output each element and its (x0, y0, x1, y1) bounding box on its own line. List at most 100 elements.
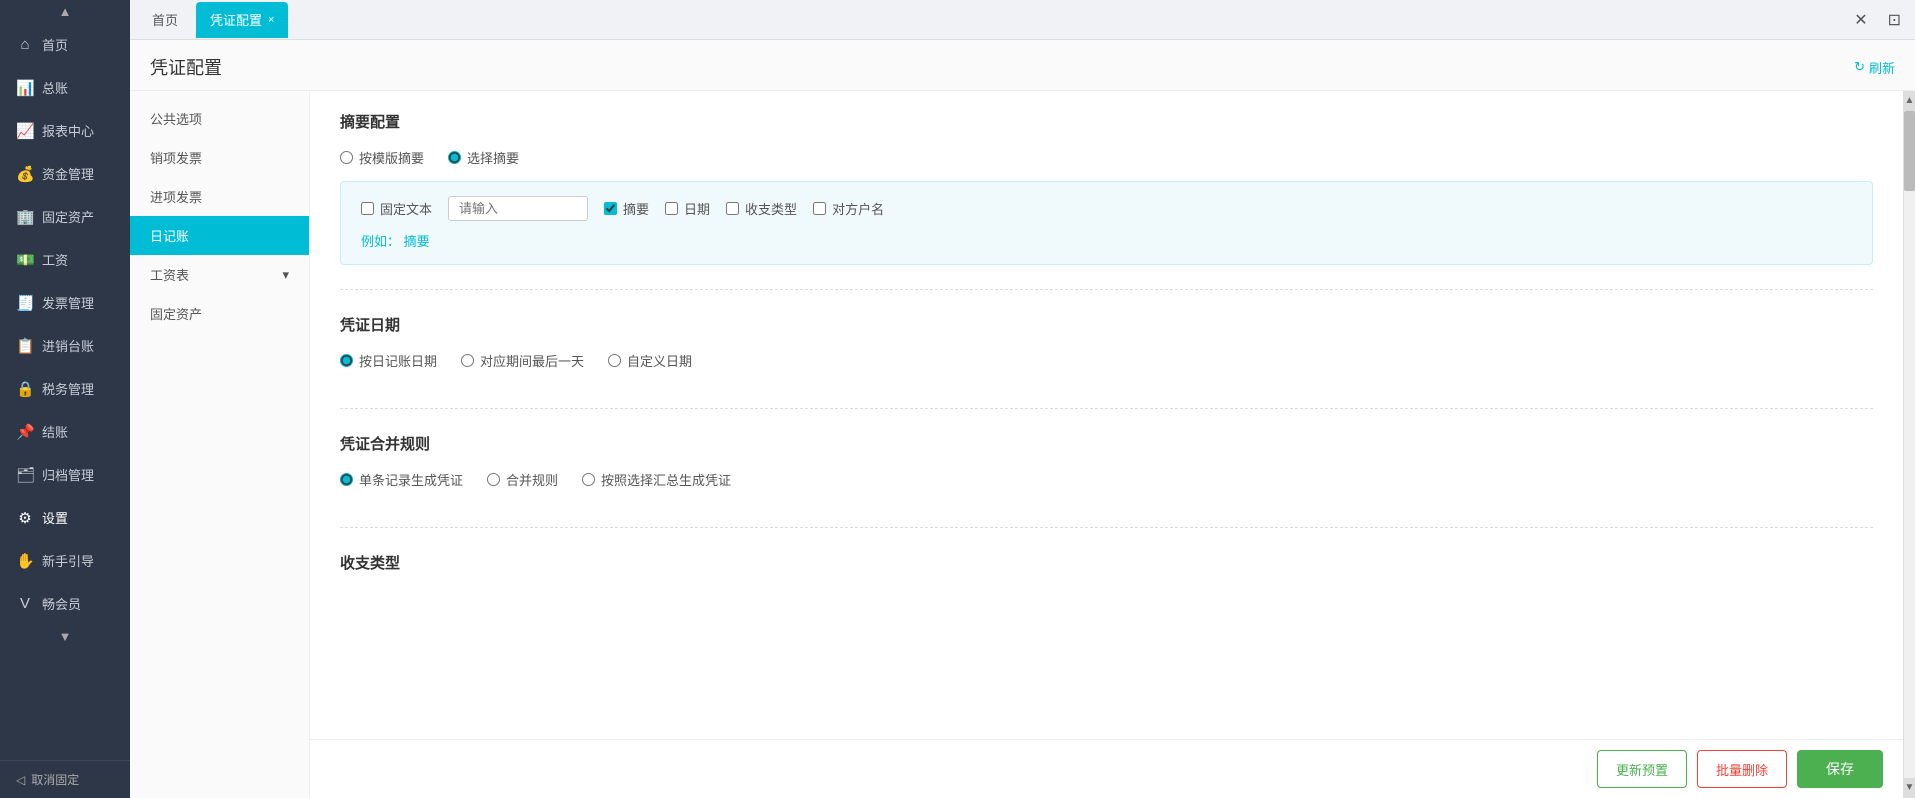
save-button[interactable]: 保存 (1797, 750, 1883, 788)
pin-icon: ◁ (16, 773, 25, 787)
radio-aggregate-label[interactable]: 按照选择汇总生成凭证 (582, 470, 731, 489)
radio-merge-rule[interactable] (487, 473, 500, 486)
radio-select-label[interactable]: 选择摘要 (448, 148, 519, 167)
summary-options-row: 固定文本 摘要 日期 (361, 196, 1852, 221)
voucher-date-section: 凭证日期 按日记账日期 对应期间最后一天 (340, 314, 1873, 409)
scroll-thumb[interactable] (1904, 111, 1915, 191)
merge-rules-title: 凭证合并规则 (340, 433, 1873, 454)
nav-item-sales-invoice[interactable]: 销项发票 (130, 138, 309, 177)
voucher-date-radio-group: 按日记账日期 对应期间最后一天 自定义日期 (340, 351, 1873, 370)
ledger-icon: 📊 (16, 79, 34, 97)
radio-journal-date-label[interactable]: 按日记账日期 (340, 351, 437, 370)
page-header: 凭证配置 ↻ 刷新 (130, 40, 1915, 91)
archive-icon: 🗂 (16, 466, 34, 484)
radio-merge-rule-label[interactable]: 合并规则 (487, 470, 558, 489)
tab-bar: 首页 凭证配置 × ✕ ⊡ (130, 0, 1915, 40)
trade-icon: 📋 (16, 337, 34, 355)
nav-item-journal[interactable]: 日记账 (130, 216, 309, 255)
checkbox-summary-label[interactable]: 摘要 (604, 199, 649, 218)
checkbox-counterpart-label[interactable]: 对方户名 (813, 199, 884, 218)
batch-delete-button[interactable]: 批量删除 (1697, 750, 1787, 788)
nav-item-purchase-invoice[interactable]: 进项发票 (130, 177, 309, 216)
sidebar-item-reports[interactable]: 📈 报表中心 (0, 109, 130, 152)
radio-template-label[interactable]: 按模版摘要 (340, 148, 424, 167)
checkbox-income-type[interactable] (726, 202, 739, 215)
right-content: 摘要配置 按模版摘要 选择摘要 (310, 91, 1903, 739)
radio-custom-date-label[interactable]: 自定义日期 (608, 351, 692, 370)
radio-select-input[interactable] (448, 151, 461, 164)
sidebar-item-ledger[interactable]: 📊 总账 (0, 66, 130, 109)
radio-custom-date[interactable] (608, 354, 621, 367)
refresh-icon: ↻ (1854, 59, 1865, 75)
checkbox-fixed-text[interactable] (361, 202, 374, 215)
scroll-up-button[interactable]: ▲ (1904, 91, 1915, 111)
sidebar-scroll-down[interactable]: ▼ (0, 625, 130, 648)
tax-icon: 🔒 (16, 380, 34, 398)
sidebar-item-close[interactable]: 📌 结账 (0, 410, 130, 453)
sidebar-item-assets[interactable]: 🏢 固定资产 (0, 195, 130, 238)
tab-right-actions: ✕ ⊡ (1848, 8, 1907, 32)
settings-icon: ⚙ (16, 509, 34, 527)
sidebar-scroll-up[interactable]: ▲ (0, 0, 130, 23)
content-area: 凭证配置 ↻ 刷新 公共选项 销项发票 进项发票 日记账 (130, 40, 1915, 798)
voucher-date-title: 凭证日期 (340, 314, 1873, 335)
invoice-icon: 🧾 (16, 294, 34, 312)
fixed-text-input[interactable] (448, 196, 588, 221)
sidebar: ▲ ⌂ 首页 📊 总账 📈 报表中心 💰 资金管理 🏢 固定资产 💵 工资 🧾 … (0, 0, 130, 798)
summary-type-radio-group: 按模版摘要 选择摘要 (340, 148, 1873, 167)
summary-config-title: 摘要配置 (340, 111, 1873, 132)
merge-rules-section: 凭证合并规则 单条记录生成凭证 合并规则 (340, 433, 1873, 528)
checkbox-income-type-label[interactable]: 收支类型 (726, 199, 797, 218)
checkbox-date-label[interactable]: 日期 (665, 199, 710, 218)
checkbox-counterpart[interactable] (813, 202, 826, 215)
sidebar-item-vip[interactable]: V 畅会员 (0, 582, 130, 625)
radio-aggregate[interactable] (582, 473, 595, 486)
scroll-down-button[interactable]: ▼ (1904, 778, 1915, 798)
sidebar-unpin-button[interactable]: ◁ 取消固定 (0, 760, 130, 798)
checkbox-date[interactable] (665, 202, 678, 215)
radio-period-last-label[interactable]: 对应期间最后一天 (461, 351, 584, 370)
assets-icon: 🏢 (16, 208, 34, 226)
summary-config-section: 摘要配置 按模版摘要 选择摘要 (340, 111, 1873, 290)
scroll-track (1904, 111, 1915, 778)
chevron-down-icon: ▾ (282, 267, 289, 283)
salary-icon: 💵 (16, 251, 34, 269)
update-preview-button[interactable]: 更新预置 (1597, 750, 1687, 788)
reports-icon: 📈 (16, 122, 34, 140)
funds-icon: 💰 (16, 165, 34, 183)
sidebar-item-settings[interactable]: ⚙ 设置 (0, 496, 130, 539)
nav-item-fixed-assets[interactable]: 固定资产 (130, 294, 309, 333)
radio-template-input[interactable] (340, 151, 353, 164)
radio-journal-date[interactable] (340, 354, 353, 367)
tab-home[interactable]: 首页 (138, 2, 192, 38)
nav-item-public[interactable]: 公共选项 (130, 99, 309, 138)
sidebar-item-guide[interactable]: ✋ 新手引导 (0, 539, 130, 582)
window-maximize-button[interactable]: ⊡ (1882, 8, 1907, 32)
income-type-title: 收支类型 (340, 552, 1873, 573)
sidebar-item-trade[interactable]: 📋 进销台账 (0, 324, 130, 367)
merge-rules-radio-group: 单条记录生成凭证 合并规则 按照选择汇总生成凭证 (340, 470, 1873, 489)
main-area: 首页 凭证配置 × ✕ ⊡ 凭证配置 ↻ 刷新 公共选项 (130, 0, 1915, 798)
radio-single-record-label[interactable]: 单条记录生成凭证 (340, 470, 463, 489)
page-title: 凭证配置 (150, 54, 222, 80)
close-account-icon: 📌 (16, 423, 34, 441)
sidebar-item-salary[interactable]: 💵 工资 (0, 238, 130, 281)
sidebar-item-funds[interactable]: 💰 资金管理 (0, 152, 130, 195)
sidebar-item-archive[interactable]: 🗂 归档管理 (0, 453, 130, 496)
radio-period-last[interactable] (461, 354, 474, 367)
checkbox-summary[interactable] (604, 202, 617, 215)
sidebar-item-home[interactable]: ⌂ 首页 (0, 23, 130, 66)
tab-close-icon[interactable]: × (268, 14, 274, 26)
radio-single-record[interactable] (340, 473, 353, 486)
guide-icon: ✋ (16, 552, 34, 570)
tab-voucher-config[interactable]: 凭证配置 × (196, 2, 288, 38)
income-type-section: 收支类型 (340, 552, 1873, 613)
checkbox-fixed-text-label[interactable]: 固定文本 (361, 199, 432, 218)
refresh-button[interactable]: ↻ 刷新 (1854, 58, 1895, 77)
sidebar-item-tax[interactable]: 🔒 税务管理 (0, 367, 130, 410)
body-layout: 公共选项 销项发票 进项发票 日记账 工资表 ▾ 固定资产 (130, 91, 1915, 798)
nav-item-payroll[interactable]: 工资表 ▾ (130, 255, 309, 294)
left-nav: 公共选项 销项发票 进项发票 日记账 工资表 ▾ 固定资产 (130, 91, 310, 798)
window-close-button[interactable]: ✕ (1848, 8, 1873, 32)
sidebar-item-invoice[interactable]: 🧾 发票管理 (0, 281, 130, 324)
